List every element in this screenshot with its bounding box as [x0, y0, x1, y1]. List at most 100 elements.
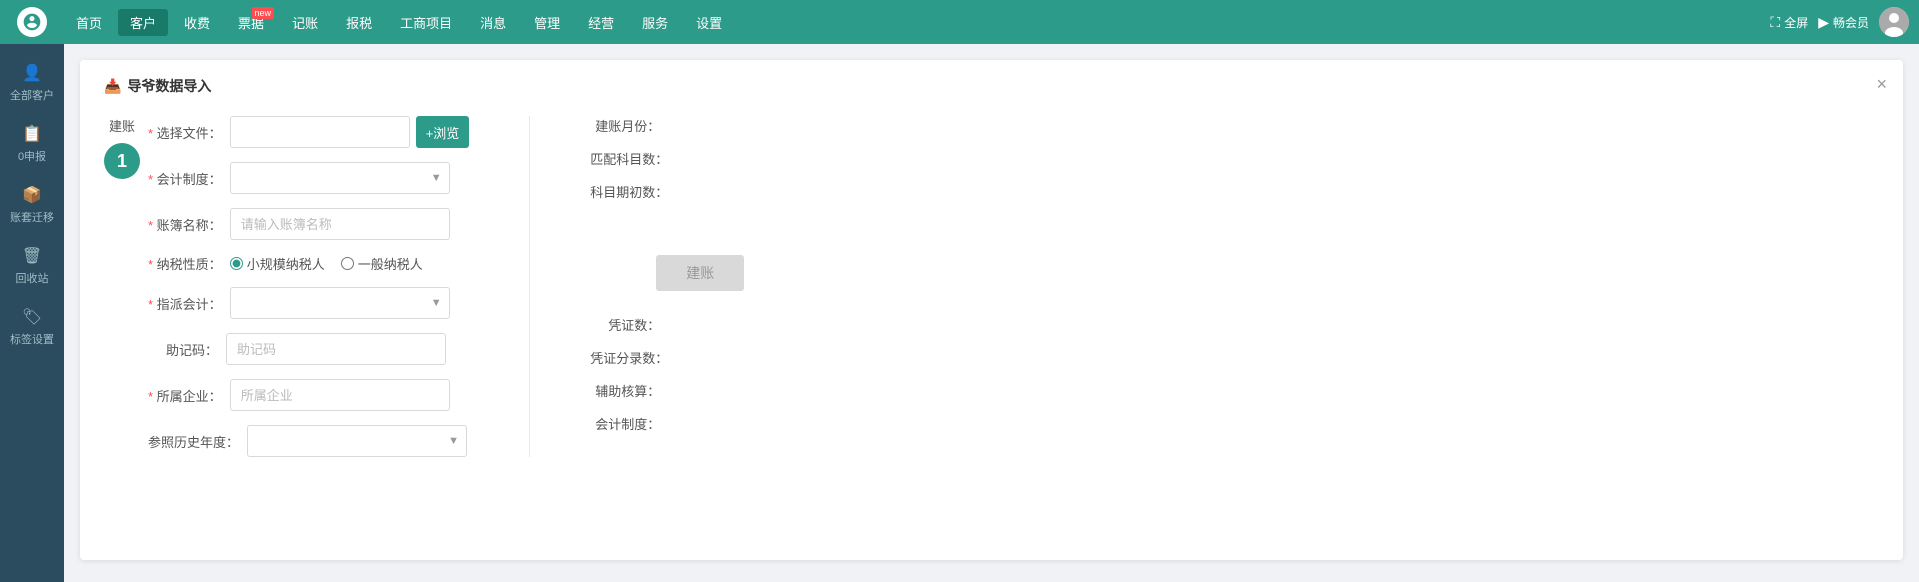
build-account-button[interactable]: 建账: [656, 255, 744, 291]
tax-label: * 纳税性质：: [148, 254, 222, 273]
file-row: * 选择文件： +浏览: [148, 116, 469, 148]
sidebar: 👤 全部客户 📋 0申报 📦 账套迁移 🗑 回收站 🏷 标签设置: [0, 44, 64, 582]
month-label: 建账月份：: [590, 116, 660, 135]
ledger-input[interactable]: [230, 208, 450, 240]
sidebar-item-declaration[interactable]: 📋 0申报: [0, 115, 64, 172]
logo: [10, 0, 54, 44]
nav-item-home[interactable]: 首页: [64, 9, 114, 36]
tax-general-radio[interactable]: 一般纳税人: [341, 254, 423, 273]
system-row: 会计制度：: [590, 414, 810, 433]
sidebar-item-label: 标签设置: [10, 331, 54, 347]
top-nav: 首页 客户 收费 票据 new 记账 报税 工商项目 消息 管理 经营 服务 设…: [0, 0, 1919, 44]
sidebar-item-label: 0申报: [18, 148, 46, 164]
fullscreen-icon: ⛶: [1770, 14, 1780, 31]
panel-close-button[interactable]: ×: [1876, 74, 1887, 95]
memo-label: 助记码：: [148, 340, 218, 359]
nav-item-biz[interactable]: 工商项目: [388, 9, 464, 36]
all-customers-icon: 👤: [21, 62, 43, 84]
sidebar-item-label: 回收站: [16, 270, 49, 286]
match-row: 匹配科目数：: [590, 149, 810, 168]
history-label: 参照历史年度：: [148, 432, 239, 451]
voucher-label: 凭证数：: [590, 315, 660, 334]
browse-button[interactable]: +浏览: [416, 116, 470, 148]
company-row: * 所属企业：: [148, 379, 469, 411]
ledger-row: * 账簿名称：: [148, 208, 469, 240]
panel-title: 📥 导爷数据导入: [104, 76, 1879, 96]
nav-item-admin[interactable]: 管理: [522, 9, 572, 36]
aux-label: 辅助核算：: [590, 381, 660, 400]
nav-item-operation[interactable]: 经营: [576, 9, 626, 36]
tax-small-radio[interactable]: 小规模纳税人: [230, 254, 325, 273]
import-panel: 📥 导爷数据导入 × 建账 1: [80, 60, 1903, 560]
recycle-icon: 🗑: [21, 245, 43, 267]
fullscreen-btn[interactable]: ⛶ 全屏: [1770, 14, 1808, 31]
sidebar-item-all-customers[interactable]: 👤 全部客户: [0, 54, 64, 111]
memo-input[interactable]: [226, 333, 446, 365]
nav-item-settings[interactable]: 设置: [684, 9, 734, 36]
user-avatar[interactable]: [1879, 7, 1909, 37]
accountant-select-wrapper: ▼: [230, 287, 450, 319]
voucher-entries-row: 凭证分录数：: [590, 348, 810, 367]
sidebar-item-recycle[interactable]: 🗑 回收站: [0, 237, 64, 294]
nav-item-bookkeeping[interactable]: 记账: [280, 9, 330, 36]
nav-item-invoice[interactable]: 票据 new: [226, 9, 276, 36]
match-label: 匹配科目数：: [590, 149, 668, 168]
form-step: 建账 1: [104, 116, 148, 457]
layout: 👤 全部客户 📋 0申报 📦 账套迁移 🗑 回收站 🏷 标签设置 📥 导爷数据导…: [0, 44, 1919, 582]
nav-item-tax[interactable]: 报税: [334, 9, 384, 36]
member-label: 畅会员: [1833, 14, 1869, 31]
tax-general-input[interactable]: [341, 257, 354, 270]
company-input[interactable]: [230, 379, 450, 411]
history-select-wrapper: ▼: [247, 425, 467, 457]
sidebar-item-label: 账套迁移: [10, 209, 54, 225]
nav-item-message[interactable]: 消息: [468, 9, 518, 36]
sidebar-item-tags[interactable]: 🏷 标签设置: [0, 298, 64, 355]
file-input[interactable]: [230, 116, 410, 148]
new-badge: new: [252, 7, 275, 19]
memo-row: 助记码：: [148, 333, 469, 365]
member-icon: ▶: [1818, 14, 1829, 31]
accounting-select-wrapper: ▼: [230, 162, 450, 194]
nav-items: 首页 客户 收费 票据 new 记账 报税 工商项目 消息 管理 经营 服务 设…: [64, 9, 1770, 36]
period-row: 科目期初数：: [590, 182, 810, 201]
accounting-row: * 会计制度： ▼: [148, 162, 469, 194]
tax-small-label: 小规模纳税人: [247, 254, 325, 273]
file-input-row: +浏览: [230, 116, 470, 148]
aux-row: 辅助核算：: [590, 381, 810, 400]
nav-item-service[interactable]: 服务: [630, 9, 680, 36]
accountant-select[interactable]: [230, 287, 450, 319]
nav-item-customer[interactable]: 客户: [118, 9, 168, 36]
step-label: 建账: [109, 116, 135, 135]
declaration-icon: 📋: [21, 123, 43, 145]
file-label: * 选择文件：: [148, 123, 222, 142]
member-btn[interactable]: ▶ 畅会员: [1818, 14, 1869, 31]
ledger-label: * 账簿名称：: [148, 215, 222, 234]
logo-icon: [17, 7, 47, 37]
tax-general-label: 一般纳税人: [358, 254, 423, 273]
tax-small-input[interactable]: [230, 257, 243, 270]
main-content: 📥 导爷数据导入 × 建账 1: [64, 44, 1919, 582]
accountant-label: * 指派会计：: [148, 294, 222, 313]
column-divider: [529, 116, 530, 457]
history-row: 参照历史年度： ▼: [148, 425, 469, 457]
period-label: 科目期初数：: [590, 182, 668, 201]
sidebar-item-migration[interactable]: 📦 账套迁移: [0, 176, 64, 233]
month-row: 建账月份：: [590, 116, 810, 135]
form-column-left: * 选择文件： +浏览 * 会计制度：: [148, 116, 469, 457]
tax-row: * 纳税性质： 小规模纳税人 一般纳税人: [148, 254, 469, 273]
step-circle: 1: [104, 143, 140, 179]
top-nav-right: ⛶ 全屏 ▶ 畅会员: [1770, 7, 1909, 37]
system-label: 会计制度：: [590, 414, 660, 433]
nav-item-billing[interactable]: 收费: [172, 9, 222, 36]
tax-radio-group: 小规模纳税人 一般纳税人: [230, 254, 423, 273]
history-select[interactable]: [247, 425, 467, 457]
accounting-select[interactable]: [230, 162, 450, 194]
panel-title-icon: 📥: [104, 78, 121, 95]
voucher-entries-label: 凭证分录数：: [590, 348, 668, 367]
company-label: * 所属企业：: [148, 386, 222, 405]
sidebar-item-label: 全部客户: [10, 87, 54, 103]
panel-title-text: 导爷数据导入: [127, 76, 211, 96]
voucher-row: 凭证数：: [590, 315, 810, 334]
fullscreen-label: 全屏: [1784, 14, 1808, 31]
migration-icon: 📦: [21, 184, 43, 206]
